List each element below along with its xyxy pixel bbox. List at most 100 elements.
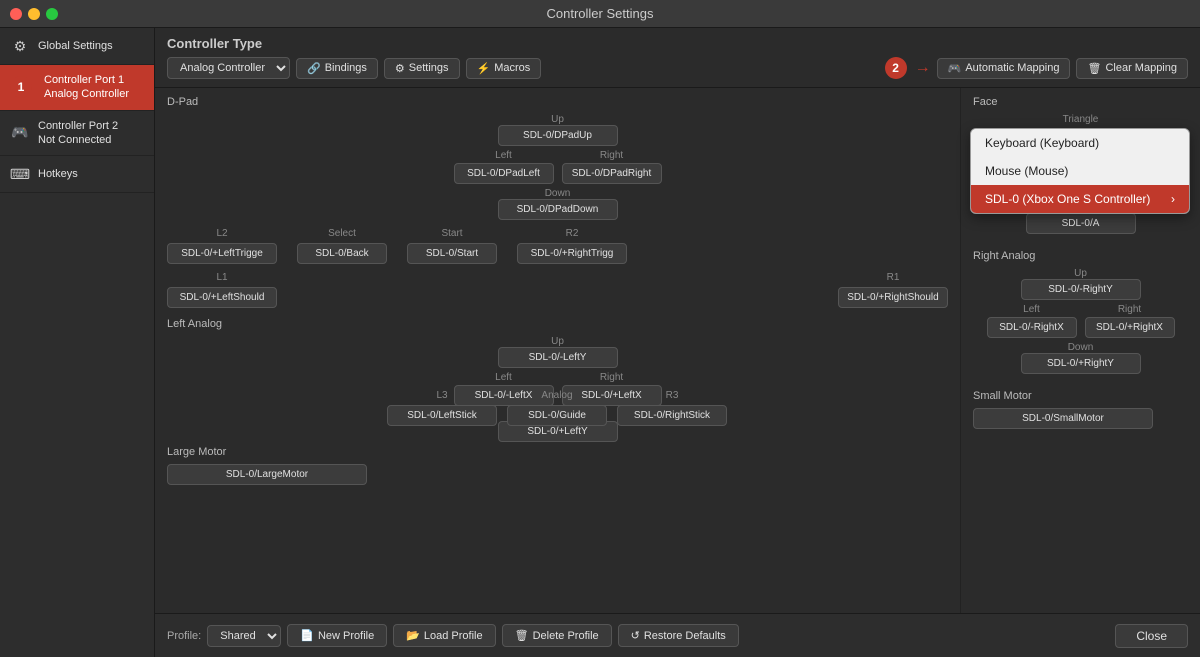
l3-col: L3 SDL-0/LeftStick	[387, 390, 497, 426]
restore-defaults-button[interactable]: ↺ Restore Defaults	[618, 624, 739, 647]
ra-right-label: Right	[1118, 304, 1141, 315]
dpad-up-label: Up	[551, 114, 564, 125]
auto-mapping-icon: 🎮	[948, 62, 962, 75]
sidebar-label-hotkeys: Hotkeys	[38, 167, 78, 181]
ra-left-button[interactable]: SDL-0/-RightX	[987, 317, 1077, 338]
large-motor-section: Large Motor SDL-0/LargeMotor	[167, 446, 948, 485]
l2-button[interactable]: SDL-0/+LeftTrigge	[167, 243, 277, 264]
dpad-down-row: Down	[545, 188, 571, 199]
port1-badge: 1	[10, 76, 32, 98]
large-motor-button[interactable]: SDL-0/LargeMotor	[167, 464, 367, 485]
r3-col: R3 SDL-0/RightStick	[617, 390, 727, 426]
analog-button[interactable]: SDL-0/Guide	[507, 405, 607, 426]
ra-down-button[interactable]: SDL-0/+RightY	[1021, 353, 1141, 374]
dpad-right-button[interactable]: SDL-0/DPadRight	[562, 163, 662, 184]
sidebar-item-port1[interactable]: 1 Controller Port 1Analog Controller	[0, 65, 154, 111]
load-profile-icon: 📂	[406, 629, 420, 642]
sidebar-item-hotkeys[interactable]: ⌨ Hotkeys	[0, 156, 154, 193]
gear-icon: ⚙	[10, 36, 30, 56]
profile-select[interactable]: Shared	[207, 625, 281, 647]
left-analog-layout: Up SDL-0/-LeftY Left SDL-0/-LeftX Right	[167, 336, 948, 442]
l1r1-spacer	[297, 272, 818, 308]
macros-button[interactable]: ⚡ Macros	[466, 58, 542, 79]
auto-mapping-button[interactable]: 🎮 Automatic Mapping	[937, 58, 1071, 79]
r3-button[interactable]: SDL-0/RightStick	[617, 405, 727, 426]
sidebar-item-global[interactable]: ⚙ Global Settings	[0, 28, 154, 65]
l3-button[interactable]: SDL-0/LeftStick	[387, 405, 497, 426]
dropdown-item-sdl[interactable]: SDL-0 (Xbox One S Controller) ›	[971, 185, 1189, 213]
ra-left-label: Left	[1023, 304, 1040, 315]
window-controls	[10, 8, 58, 20]
sidebar-label-global: Global Settings	[38, 39, 113, 53]
delete-profile-button[interactable]: 🗑 Delete Profile	[502, 624, 612, 647]
l1-button[interactable]: SDL-0/+LeftShould	[167, 287, 277, 308]
select-label: Select	[328, 228, 356, 239]
dpad-left-button[interactable]: SDL-0/DPadLeft	[454, 163, 554, 184]
large-motor-title: Large Motor	[167, 446, 948, 458]
dpad-lr-row: Left SDL-0/DPadLeft Right SDL-0/DPadRigh…	[454, 150, 662, 184]
dpad-down-button[interactable]: SDL-0/DPadDown	[498, 199, 618, 220]
restore-icon: ↺	[631, 629, 640, 642]
small-motor-title: Small Motor	[973, 390, 1188, 402]
l3-analog-r3-row: L3 SDL-0/LeftStick Analog SDL-0/Guide R3…	[387, 390, 948, 426]
la-up-button[interactable]: SDL-0/-LeftY	[498, 347, 618, 368]
la-left-label: Left	[495, 372, 512, 383]
l3-label: L3	[436, 390, 447, 401]
content-header: Controller Type Analog Controller 🔗 Bind…	[155, 28, 1200, 88]
sidebar-item-port2[interactable]: 🎮 Controller Port 2Not Connected	[0, 111, 154, 157]
triggers-row: L2 SDL-0/+LeftTrigge Select SDL-0/Back S…	[167, 228, 948, 264]
toolbar: Analog Controller 🔗 Bindings ⚙ Settings …	[167, 57, 1188, 79]
controller-type-title: Controller Type	[167, 36, 1188, 51]
dropdown-item-keyboard[interactable]: Keyboard (Keyboard)	[971, 129, 1189, 157]
la-right-label: Right	[600, 372, 623, 383]
select-col: Select SDL-0/Back	[297, 228, 387, 264]
delete-profile-icon: 🗑	[515, 629, 529, 642]
titlebar: Controller Settings	[0, 0, 1200, 28]
close-window-button[interactable]	[10, 8, 22, 20]
controller-type-select[interactable]: Analog Controller	[167, 57, 290, 79]
r2-button[interactable]: SDL-0/+RightTrigg	[517, 243, 627, 264]
load-profile-button[interactable]: 📂 Load Profile	[393, 624, 495, 647]
checkmark-icon: ›	[1171, 192, 1175, 206]
l2-label: L2	[216, 228, 227, 239]
maximize-window-button[interactable]	[46, 8, 58, 20]
l1-col: L1 SDL-0/+LeftShould	[167, 272, 277, 308]
minimize-window-button[interactable]	[28, 8, 40, 20]
close-button[interactable]: Close	[1115, 624, 1188, 648]
la-up-label: Up	[551, 336, 564, 347]
dpad-up-button[interactable]: SDL-0/DPadUp	[498, 125, 618, 146]
ra-up-label: Up	[1074, 268, 1087, 279]
bindings-button[interactable]: 🔗 Bindings	[296, 58, 378, 79]
dpad-layout: Up SDL-0/DPadUp Left SDL-0/DPadLeft Righ…	[167, 114, 948, 220]
triangle-label: Triangle	[1063, 114, 1099, 125]
r1-label: R1	[887, 272, 900, 283]
start-button[interactable]: SDL-0/Start	[407, 243, 497, 264]
dpad-down-label: Down	[545, 188, 571, 199]
content-area: Controller Type Analog Controller 🔗 Bind…	[155, 28, 1200, 657]
sidebar-label-port2: Controller Port 2Not Connected	[38, 119, 118, 148]
dpad-section-title: D-Pad	[167, 96, 948, 108]
dpad-down-btn-row: SDL-0/DPadDown	[498, 199, 618, 220]
cross-button[interactable]: SDL-0/A	[1026, 213, 1136, 234]
small-motor-section: Small Motor SDL-0/SmallMotor	[973, 390, 1188, 429]
ra-up-button[interactable]: SDL-0/-RightY	[1021, 279, 1141, 300]
ra-right-button[interactable]: SDL-0/+RightX	[1085, 317, 1175, 338]
r1-button[interactable]: SDL-0/+RightShould	[838, 287, 948, 308]
settings-button[interactable]: ⚙ Settings	[384, 58, 460, 79]
analog-label: Analog	[541, 390, 572, 401]
new-profile-icon: 📄	[300, 629, 314, 642]
right-analog-layout: Up SDL-0/-RightY Left SDL-0/-RightX Righ…	[973, 268, 1188, 374]
dpad-left-label: Left	[495, 150, 512, 161]
select-button[interactable]: SDL-0/Back	[297, 243, 387, 264]
r2-col: R2 SDL-0/+RightTrigg	[517, 228, 627, 264]
clear-mapping-button[interactable]: 🗑 Clear Mapping	[1076, 58, 1188, 79]
center-buttons-section: L3 SDL-0/LeftStick Analog SDL-0/Guide R3…	[387, 390, 948, 426]
dropdown-item-mouse[interactable]: Mouse (Mouse)	[971, 157, 1189, 185]
new-profile-button[interactable]: 📄 New Profile	[287, 624, 387, 647]
ra-down-label: Down	[1068, 342, 1094, 353]
right-analog-section: Right Analog Up SDL-0/-RightY Left SDL-0…	[973, 250, 1188, 374]
sidebar: ⚙ Global Settings 1 Controller Port 1Ana…	[0, 28, 155, 657]
small-motor-button[interactable]: SDL-0/SmallMotor	[973, 408, 1153, 429]
l1r1-row: L1 SDL-0/+LeftShould R1 SDL-0/+RightShou…	[167, 272, 948, 308]
badge2-circle: 2	[885, 57, 907, 79]
